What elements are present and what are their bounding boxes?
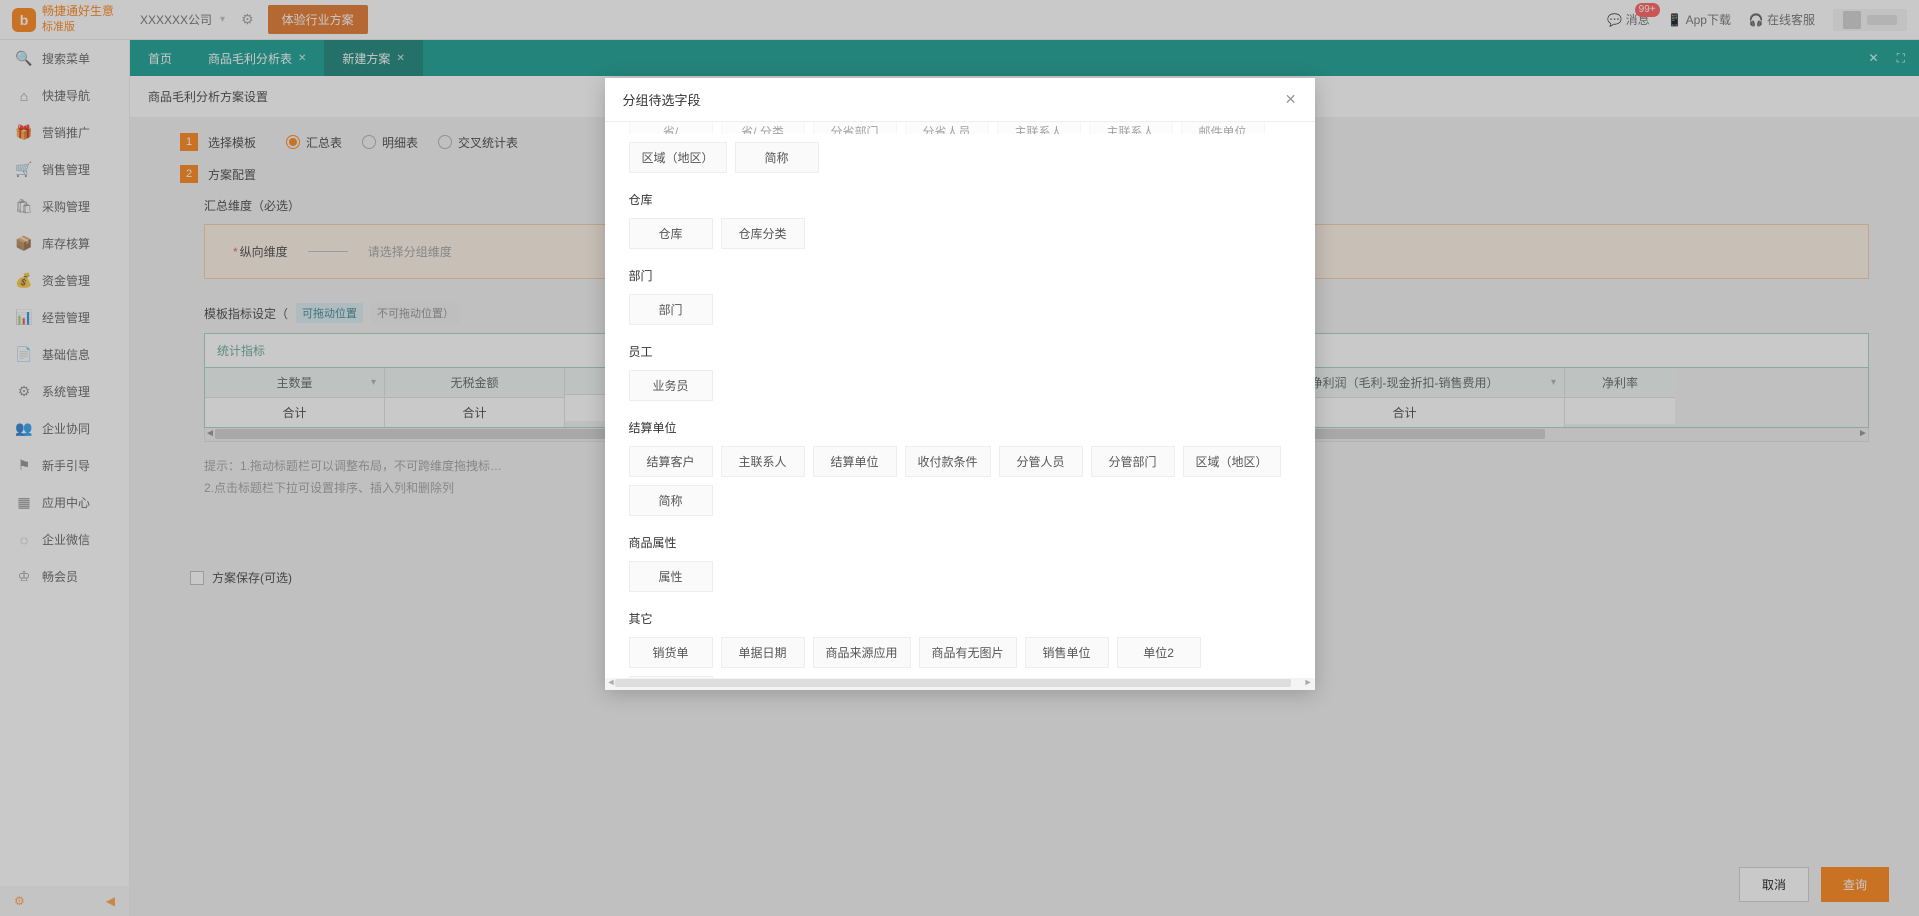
field-button[interactable]: 主联系人 [997,122,1081,134]
field-row-top: 省/ 省/ 分类 分省部门 分省人员 主联系人 主联系人 邮件单位 [629,122,1291,134]
field-button[interactable]: 分管人员 [999,446,1083,477]
group-title-settle: 结算单位 [629,419,1291,436]
field-button[interactable]: 邮件单位 [1181,122,1265,134]
group-title-warehouse: 仓库 [629,191,1291,208]
field-button[interactable]: 仓库分类 [721,218,805,249]
field-button[interactable]: 区域（地区） [629,142,727,173]
modal-header: 分组待选字段 ✕ [605,78,1315,122]
field-button[interactable]: 区域（地区） [1183,446,1281,477]
field-row: 仓库 仓库分类 [629,218,1291,249]
modal-title: 分组待选字段 [623,90,701,109]
modal-overlay: 分组待选字段 ✕ 省/ 省/ 分类 分省部门 分省人员 主联系人 主联系人 邮件… [0,0,1919,916]
field-button[interactable]: 省/ 分类 [721,122,805,134]
field-row: 销货单 单据日期 商品来源应用 商品有无图片 销售单位 单位2 主计量 [629,637,1291,678]
field-row: 结算客户 主联系人 结算单位 收付款条件 分管人员 分管部门 区域（地区） [629,446,1291,477]
field-row: 业务员 [629,370,1291,401]
field-button[interactable]: 分省人员 [905,122,989,134]
field-button[interactable]: 属性 [629,561,713,592]
group-title-attr: 商品属性 [629,534,1291,551]
field-button[interactable]: 主联系人 [1089,122,1173,134]
field-button[interactable]: 简称 [735,142,819,173]
field-row: 部门 [629,294,1291,325]
modal-horizontal-scrollbar[interactable]: ◄ ► [605,678,1315,690]
field-button[interactable]: 单据日期 [721,637,805,668]
field-button[interactable]: 仓库 [629,218,713,249]
field-button[interactable]: 业务员 [629,370,713,401]
modal-scroll-area[interactable]: 省/ 省/ 分类 分省部门 分省人员 主联系人 主联系人 邮件单位 区域（地区）… [605,122,1315,678]
field-button[interactable]: 销货单 [629,637,713,668]
field-button[interactable]: 销售单位 [1025,637,1109,668]
field-row: 属性 [629,561,1291,592]
group-title-other: 其它 [629,610,1291,627]
modal-body: 省/ 省/ 分类 分省部门 分省人员 主联系人 主联系人 邮件单位 区域（地区）… [605,122,1315,690]
field-button[interactable]: 分管部门 [1091,446,1175,477]
group-title-dept: 部门 [629,267,1291,284]
field-button[interactable]: 结算单位 [813,446,897,477]
field-row: 简称 [629,485,1291,516]
field-button[interactable]: 省/ [629,122,713,134]
field-button[interactable]: 部门 [629,294,713,325]
field-button[interactable]: 简称 [629,485,713,516]
scrollbar-thumb[interactable] [615,679,1291,687]
field-button[interactable]: 主联系人 [721,446,805,477]
field-button[interactable]: 分省部门 [813,122,897,134]
field-button[interactable]: 商品有无图片 [919,637,1017,668]
group-field-modal: 分组待选字段 ✕ 省/ 省/ 分类 分省部门 分省人员 主联系人 主联系人 邮件… [605,78,1315,690]
close-icon[interactable]: ✕ [1285,91,1297,108]
field-button[interactable]: 商品来源应用 [813,637,911,668]
field-button[interactable]: 收付款条件 [905,446,991,477]
field-button[interactable]: 单位2 [1117,637,1201,668]
group-title-emp: 员工 [629,343,1291,360]
field-button[interactable]: 结算客户 [629,446,713,477]
scroll-right-icon[interactable]: ► [1304,677,1313,687]
field-row-top2: 区域（地区） 简称 [629,142,1291,173]
